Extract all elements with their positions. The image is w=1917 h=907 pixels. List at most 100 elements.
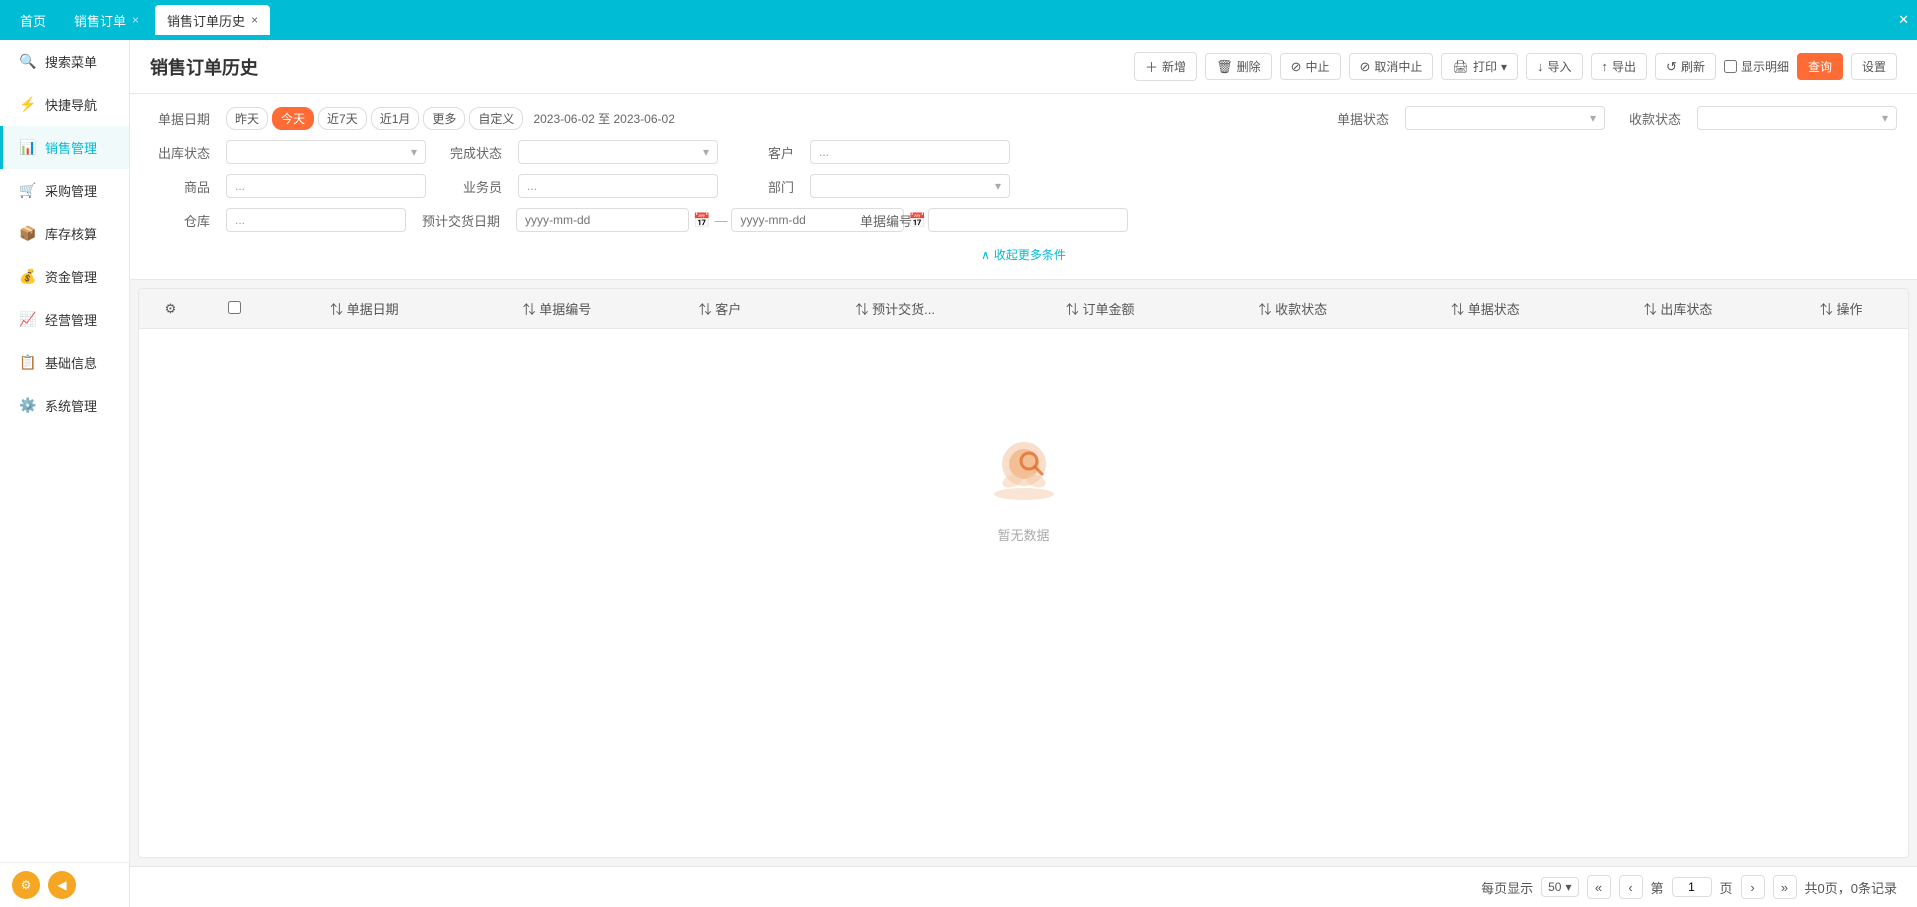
toolbar-btn-label-cancel-stop: 取消中止 [1374, 58, 1422, 75]
bill-status-label: 单据状态 [1329, 109, 1389, 128]
sidebar-item-quick-nav[interactable]: ⚡ 快捷导航 [0, 83, 129, 126]
customer-select[interactable]: ... [810, 140, 1010, 164]
prev-page-icon: ‹ [1628, 880, 1632, 895]
empty-state-illustration [974, 409, 1074, 509]
sidebar-icon-system-mgmt: ⚙️ [19, 397, 37, 415]
settings-col-icon[interactable]: ⚙ [165, 301, 177, 316]
toolbar-btn-label-stop: 中止 [1306, 58, 1330, 75]
date-btn-group: 昨天今天近7天近1月更多自定义 [226, 107, 523, 130]
display-detail-label[interactable]: 显示明细 [1724, 58, 1789, 75]
toolbar-btn-label-new: 新增 [1162, 58, 1186, 75]
sidebar-item-operations[interactable]: 📈 经营管理 [0, 298, 129, 341]
th-out-status: ⇅ 出库状态 [1582, 289, 1775, 329]
warehouse-placeholder: ... [235, 213, 245, 227]
toolbar-btn-delete[interactable]: 🗑删除 [1205, 53, 1272, 80]
total-records-text: 共0页，0条记录 [1805, 878, 1897, 897]
th-date: ⇅ 单据日期 [268, 289, 461, 329]
prev-page-btn[interactable]: ‹ [1619, 875, 1643, 899]
toolbar-btn-icon-export: ↑ [1602, 59, 1609, 74]
collapse-icon: ∧ [981, 248, 990, 262]
goods-label: 商品 [150, 177, 210, 196]
department-label: 部门 [734, 177, 794, 196]
page-number-input[interactable] [1672, 877, 1712, 897]
table-header: ⚙⇅ 单据日期⇅ 单据编号⇅ 客户⇅ 预计交货...⇅ 订单金额⇅ 收款状态⇅ … [139, 289, 1908, 329]
sidebar-settings-icon[interactable]: ⚙ [12, 871, 40, 899]
sidebar-item-sales-mgmt[interactable]: 📊 销售管理 [0, 126, 129, 169]
toolbar-btn-new[interactable]: ＋新增 [1134, 52, 1197, 81]
sidebar-item-search-menu[interactable]: 🔍 搜索菜单 [0, 40, 129, 83]
warehouse-select[interactable]: ... [226, 208, 406, 232]
goods-select[interactable]: ... [226, 174, 426, 198]
sidebar-item-purchase-mgmt[interactable]: 🛒 采购管理 [0, 169, 129, 212]
toolbar-btn-export[interactable]: ↑导出 [1591, 53, 1648, 80]
th-check[interactable] [202, 289, 268, 329]
delivery-date-range: 📅 — 📅 [516, 208, 836, 232]
th-customer: ⇅ 客户 [653, 289, 786, 329]
sidebar-label-operations: 经营管理 [45, 310, 97, 329]
sidebar-label-inventory: 库存核算 [45, 224, 97, 243]
top-bar-right: ✕ [1898, 12, 1909, 28]
filter-row-4: 仓库 ... 预计交货日期 📅 — 📅 单据编号 [150, 208, 1897, 232]
department-select[interactable]: ▾ [810, 174, 1010, 198]
collapse-btn[interactable]: ∧ 收起更多条件 [150, 242, 1897, 267]
sidebar-item-inventory[interactable]: 📦 库存核算 [0, 212, 129, 255]
tab-sales-order-history[interactable]: 销售订单历史× [155, 5, 270, 35]
close-window-icon[interactable]: ✕ [1898, 12, 1909, 28]
next-page-btn[interactable]: › [1741, 875, 1765, 899]
date-filter-value: 昨天今天近7天近1月更多自定义 2023-06-02 至 2023-06-02 [226, 107, 1313, 130]
receipt-status-select[interactable]: ▾ [1697, 106, 1897, 130]
tab-close-sales-order-history[interactable]: × [251, 13, 258, 27]
toolbar-btn-print[interactable]: 🖨打印▾ [1441, 53, 1518, 80]
empty-state: 暂无数据 [139, 329, 1908, 624]
per-page-select[interactable]: 50 ▾ [1541, 877, 1578, 897]
tab-close-sales-order[interactable]: × [132, 13, 139, 27]
date-range-text: 2023-06-02 至 2023-06-02 [533, 110, 674, 127]
toolbar-btn-icon-print: 🖨 [1452, 59, 1469, 75]
bill-status-select[interactable]: ▾ [1405, 106, 1605, 130]
date-btn-last7days[interactable]: 近7天 [318, 107, 367, 130]
date-btn-custom[interactable]: 自定义 [469, 107, 523, 130]
sidebar: 🔍 搜索菜单 ⚡ 快捷导航 📊 销售管理 🛒 采购管理 📦 库存核算 💰 资金管… [0, 40, 130, 907]
bill-no-label: 单据编号 [852, 211, 912, 230]
toolbar-btn-refresh[interactable]: ↺刷新 [1655, 53, 1716, 80]
bill-no-input[interactable] [928, 208, 1128, 232]
th-settings[interactable]: ⚙ [139, 289, 202, 329]
query-button[interactable]: 查询 [1797, 53, 1843, 80]
date-btn-last1month[interactable]: 近1月 [371, 107, 420, 130]
collapse-text: 收起更多条件 [994, 246, 1066, 263]
tab-home[interactable]: 首页 [8, 5, 58, 35]
last-page-btn[interactable]: » [1773, 875, 1797, 899]
empty-text: 暂无数据 [997, 525, 1049, 544]
display-detail-checkbox[interactable] [1724, 60, 1737, 73]
date-btn-more[interactable]: 更多 [423, 107, 465, 130]
select-all-checkbox[interactable] [228, 301, 241, 314]
date-btn-today[interactable]: 今天 [272, 107, 314, 130]
out-status-arrow-icon: ▾ [411, 145, 417, 159]
toolbar-btn-label-refresh: 刷新 [1681, 58, 1705, 75]
settings-button[interactable]: 设置 [1851, 53, 1897, 80]
th-bill-status: ⇅ 单据状态 [1389, 289, 1582, 329]
th-label-receipt-status: ⇅ 收款状态 [1259, 302, 1328, 317]
customer-label: 客户 [734, 143, 794, 162]
toolbar-btn-stop[interactable]: ⊘中止 [1280, 53, 1341, 80]
sidebar-collapse-icon[interactable]: ◀ [48, 871, 76, 899]
sidebar-icon-quick-nav: ⚡ [19, 96, 37, 114]
th-label-customer: ⇅ 客户 [699, 302, 742, 317]
complete-status-select[interactable]: ▾ [518, 140, 718, 164]
first-page-btn[interactable]: « [1587, 875, 1611, 899]
page-label-prefix: 第 [1651, 878, 1664, 897]
out-status-select[interactable]: ▾ [226, 140, 426, 164]
date-btn-yesterday[interactable]: 昨天 [226, 107, 268, 130]
footer-pagination: 每页显示 50 ▾ « ‹ 第 页 › » 共0页，0条记录 [130, 866, 1917, 907]
toolbar-btn-cancel-stop[interactable]: ⊘取消中止 [1349, 53, 1434, 80]
display-detail-text: 显示明细 [1741, 58, 1789, 75]
sidebar-item-basic-info[interactable]: 📋 基础信息 [0, 341, 129, 384]
toolbar-btn-import[interactable]: ↓导入 [1526, 53, 1583, 80]
sidebar-item-system-mgmt[interactable]: ⚙️ 系统管理 [0, 384, 129, 427]
sidebar-item-finance[interactable]: 💰 资金管理 [0, 255, 129, 298]
delivery-date-from-input[interactable] [516, 208, 689, 232]
delivery-date-from-calendar-icon[interactable]: 📅 [693, 212, 710, 229]
tab-sales-order[interactable]: 销售订单× [62, 5, 151, 35]
complete-status-label: 完成状态 [442, 143, 502, 162]
salesperson-select[interactable]: ... [518, 174, 718, 198]
